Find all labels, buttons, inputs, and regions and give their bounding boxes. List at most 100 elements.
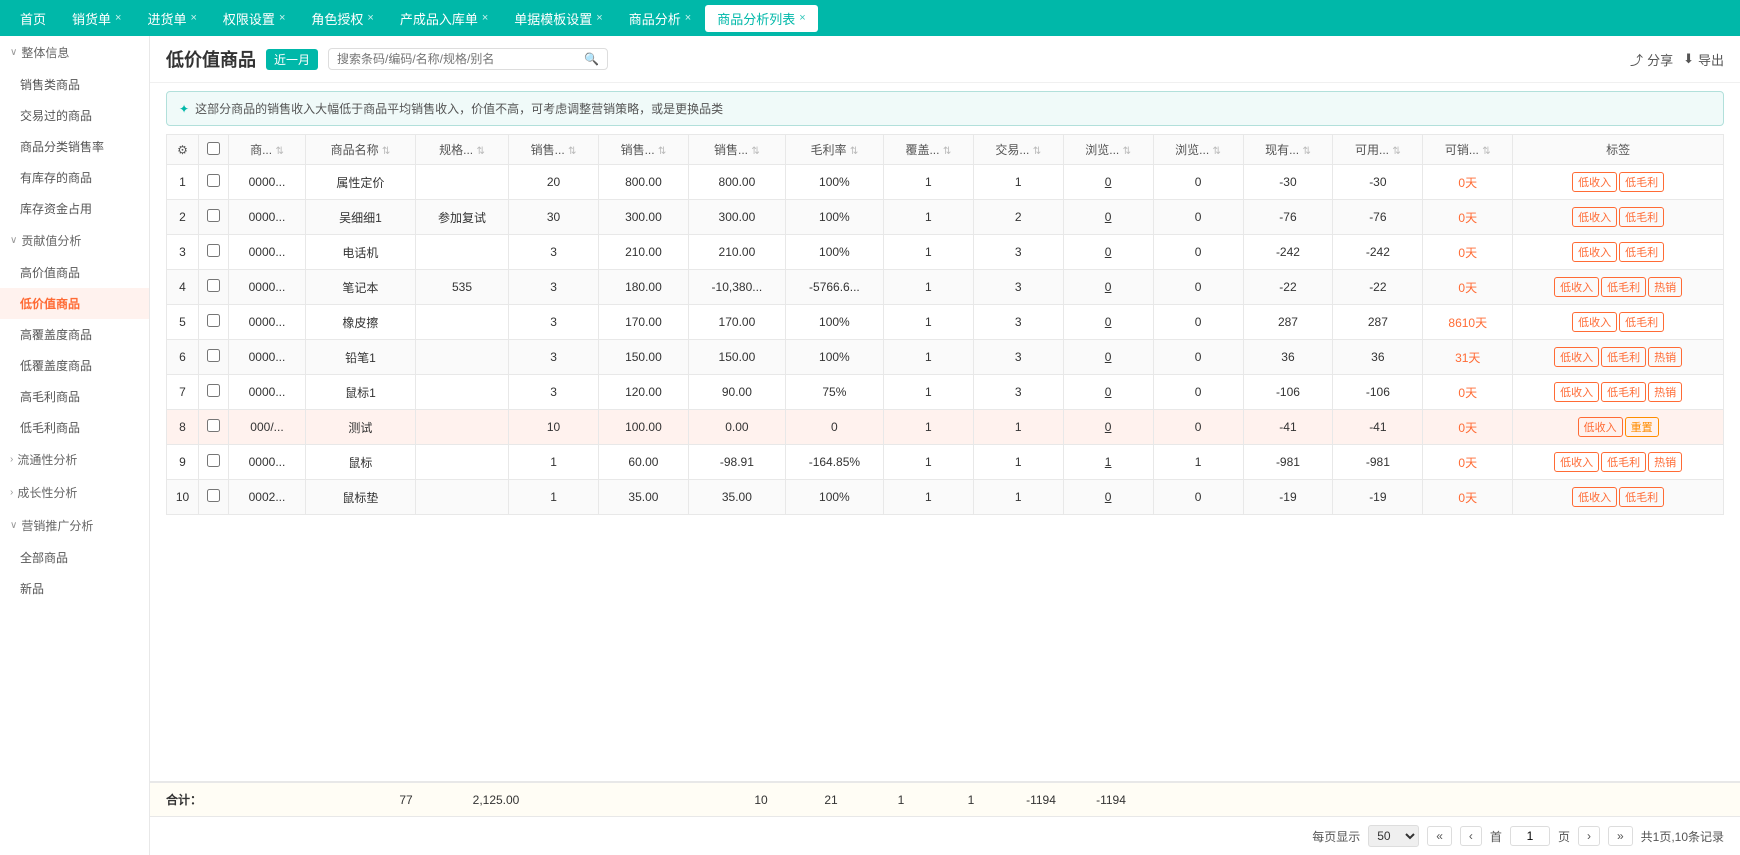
nav-close-template[interactable]: × — [596, 12, 602, 24]
row-checkbox[interactable] — [207, 489, 220, 502]
sidebar-item-traded-goods[interactable]: 交易过的商品 — [0, 100, 149, 131]
nav-roles[interactable]: 角色授权 × — [299, 5, 385, 32]
cell-checkbox[interactable] — [199, 410, 229, 445]
cell-browse1[interactable]: 0 — [1063, 305, 1153, 340]
row-checkbox[interactable] — [207, 209, 220, 222]
nav-permissions[interactable]: 权限设置 × — [211, 5, 297, 32]
sidebar-item-category-rate[interactable]: 商品分类销售率 — [0, 131, 149, 162]
sidebar-group-growth[interactable]: › 成长性分析 — [0, 476, 149, 509]
cell-browse1[interactable]: 1 — [1063, 445, 1153, 480]
browse-link[interactable]: 0 — [1105, 175, 1112, 189]
sidebar-item-stock-capital[interactable]: 库存资金占用 — [0, 193, 149, 224]
th-profit[interactable]: 毛利率 ⇅ — [785, 135, 883, 165]
cell-browse1[interactable]: 0 — [1063, 340, 1153, 375]
th-code[interactable]: 商... ⇅ — [229, 135, 306, 165]
browse-link[interactable]: 0 — [1105, 315, 1112, 329]
prev-page-button[interactable]: ‹ — [1460, 826, 1482, 846]
browse-link[interactable]: 0 — [1105, 420, 1112, 434]
nav-close-roles[interactable]: × — [367, 12, 373, 24]
cell-browse1[interactable]: 0 — [1063, 410, 1153, 445]
cell-checkbox[interactable] — [199, 165, 229, 200]
nav-close-list[interactable]: × — [799, 12, 805, 24]
search-icon[interactable]: 🔍 — [584, 52, 599, 66]
th-spec[interactable]: 规格... ⇅ — [415, 135, 508, 165]
nav-purchase-order[interactable]: 进货单 × — [135, 5, 208, 32]
sidebar-item-low-coverage[interactable]: 低覆盖度商品 — [0, 350, 149, 381]
th-browse1[interactable]: 浏览... ⇅ — [1063, 135, 1153, 165]
cell-browse1[interactable]: 0 — [1063, 165, 1153, 200]
sidebar-item-high-coverage[interactable]: 高覆盖度商品 — [0, 319, 149, 350]
cell-browse1[interactable]: 0 — [1063, 480, 1153, 515]
th-sales1[interactable]: 销售... ⇅ — [598, 135, 688, 165]
row-checkbox[interactable] — [207, 279, 220, 292]
cell-checkbox[interactable] — [199, 270, 229, 305]
sidebar-item-stocked-goods[interactable]: 有库存的商品 — [0, 162, 149, 193]
th-sales2[interactable]: 销售... ⇅ — [688, 135, 785, 165]
th-stock2[interactable]: 可用... ⇅ — [1333, 135, 1423, 165]
cell-browse1[interactable]: 0 — [1063, 375, 1153, 410]
nav-close-permissions[interactable]: × — [279, 12, 285, 24]
browse-link[interactable]: 0 — [1105, 385, 1112, 399]
sidebar-item-all-goods[interactable]: 全部商品 — [0, 542, 149, 573]
nav-template[interactable]: 单据模板设置 × — [502, 5, 614, 32]
cell-checkbox[interactable] — [199, 445, 229, 480]
sidebar-item-new-goods[interactable]: 新品 — [0, 573, 149, 604]
time-badge[interactable]: 近一月 — [266, 49, 318, 70]
browse-link[interactable]: 0 — [1105, 490, 1112, 504]
cell-checkbox[interactable] — [199, 340, 229, 375]
nav-close-sales-order[interactable]: × — [115, 12, 121, 24]
nav-sales-order[interactable]: 销货单 × — [60, 5, 133, 32]
th-browse2[interactable]: 浏览... ⇅ — [1153, 135, 1243, 165]
th-stock3[interactable]: 可销... ⇅ — [1423, 135, 1513, 165]
nav-inbound[interactable]: 产成品入库单 × — [388, 5, 500, 32]
share-button[interactable]: ⤴ 分享 — [1630, 50, 1673, 69]
sidebar-item-low-value[interactable]: 低价值商品 — [0, 288, 149, 319]
th-settings[interactable]: ⚙ — [167, 135, 199, 165]
cell-checkbox[interactable] — [199, 375, 229, 410]
browse-link[interactable]: 0 — [1105, 350, 1112, 364]
next-page-button[interactable]: › — [1578, 826, 1600, 846]
nav-product-analysis[interactable]: 商品分析 × — [617, 5, 703, 32]
th-checkbox[interactable] — [199, 135, 229, 165]
export-button[interactable]: ⬇ 导出 — [1683, 50, 1724, 69]
select-all-checkbox[interactable] — [207, 142, 220, 155]
browse-link[interactable]: 0 — [1105, 280, 1112, 294]
sidebar-group-contribution[interactable]: ∨ 贡献值分析 — [0, 224, 149, 257]
last-page-button[interactable]: » — [1608, 826, 1633, 846]
sidebar-item-high-margin[interactable]: 高毛利商品 — [0, 381, 149, 412]
row-checkbox[interactable] — [207, 454, 220, 467]
nav-close-purchase[interactable]: × — [190, 12, 196, 24]
th-cover[interactable]: 覆盖... ⇅ — [883, 135, 973, 165]
sidebar-group-marketing[interactable]: ∨ 营销推广分析 — [0, 509, 149, 542]
browse-link[interactable]: 1 — [1105, 455, 1112, 469]
sidebar-item-low-margin[interactable]: 低毛利商品 — [0, 412, 149, 443]
cell-checkbox[interactable] — [199, 305, 229, 340]
row-checkbox[interactable] — [207, 244, 220, 257]
row-checkbox[interactable] — [207, 314, 220, 327]
current-page-input[interactable] — [1510, 826, 1550, 846]
table-container[interactable]: ⚙ 商... ⇅ 商品名称 ⇅ 规格... ⇅ 销售... ⇅ 销售... ⇅ … — [150, 134, 1740, 781]
page-size-select[interactable]: 50 100 200 — [1368, 825, 1419, 847]
browse-link[interactable]: 0 — [1105, 245, 1112, 259]
search-input[interactable] — [337, 52, 578, 66]
browse-link[interactable]: 0 — [1105, 210, 1112, 224]
nav-close-inbound[interactable]: × — [482, 12, 488, 24]
sidebar-group-circulation[interactable]: › 流通性分析 — [0, 443, 149, 476]
cell-checkbox[interactable] — [199, 235, 229, 270]
nav-product-analysis-list[interactable]: 商品分析列表 × — [705, 5, 817, 32]
cell-browse1[interactable]: 0 — [1063, 270, 1153, 305]
search-box[interactable]: 🔍 — [328, 48, 608, 70]
th-stock1[interactable]: 现有... ⇅ — [1243, 135, 1333, 165]
th-trade[interactable]: 交易... ⇅ — [973, 135, 1063, 165]
cell-browse1[interactable]: 0 — [1063, 235, 1153, 270]
nav-home[interactable]: 首页 — [8, 5, 58, 32]
row-checkbox[interactable] — [207, 384, 220, 397]
cell-browse1[interactable]: 0 — [1063, 200, 1153, 235]
cell-checkbox[interactable] — [199, 480, 229, 515]
sidebar-item-sales-goods[interactable]: 销售类商品 — [0, 69, 149, 100]
first-page-button[interactable]: « — [1427, 826, 1452, 846]
nav-close-product-analysis[interactable]: × — [685, 12, 691, 24]
th-name[interactable]: 商品名称 ⇅ — [305, 135, 415, 165]
row-checkbox[interactable] — [207, 419, 220, 432]
sidebar-item-high-value[interactable]: 高价值商品 — [0, 257, 149, 288]
